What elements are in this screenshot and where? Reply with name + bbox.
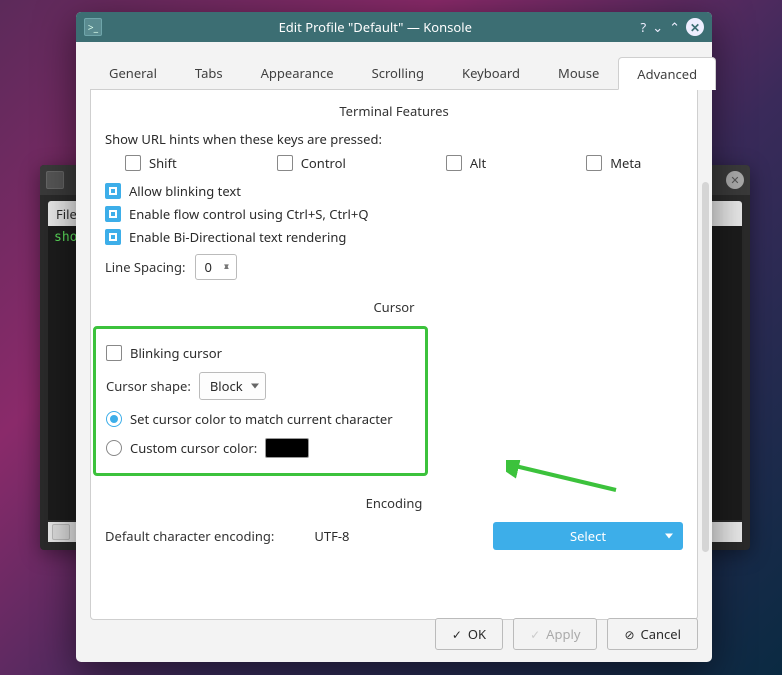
default-encoding-label: Default character encoding: xyxy=(105,527,274,545)
checkbox-meta[interactable] xyxy=(586,155,602,171)
section-terminal-features: Terminal Features xyxy=(105,102,683,120)
tab-advanced[interactable]: Advanced xyxy=(618,57,716,90)
ok-label: OK xyxy=(468,625,486,643)
advanced-tab-panel: Terminal Features Show URL hints when th… xyxy=(90,90,698,620)
label-enable-bidi: Enable Bi-Directional text rendering xyxy=(129,228,346,246)
label-shift: Shift xyxy=(149,154,177,172)
line-spacing-label: Line Spacing: xyxy=(105,258,185,276)
apply-button[interactable]: ✓ Apply xyxy=(513,618,597,650)
tab-general[interactable]: General xyxy=(90,56,176,89)
label-custom-color: Custom cursor color: xyxy=(130,439,257,457)
label-meta: Meta xyxy=(610,154,641,172)
profile-tab-bar: General Tabs Appearance Scrolling Keyboa… xyxy=(90,56,698,90)
tab-tabs[interactable]: Tabs xyxy=(176,56,242,89)
cancel-icon: ⊘ xyxy=(624,626,634,643)
minimize-icon[interactable]: ⌄ xyxy=(652,18,663,36)
bgterm-tab-button[interactable] xyxy=(52,524,70,540)
ok-button[interactable]: ✓ OK xyxy=(435,618,503,650)
label-alt: Alt xyxy=(470,154,486,172)
apply-label: Apply xyxy=(546,625,580,643)
tab-keyboard[interactable]: Keyboard xyxy=(443,56,539,89)
default-encoding-value: UTF-8 xyxy=(314,527,349,545)
encoding-select-button[interactable]: Select xyxy=(493,522,683,550)
label-allow-blinking-text: Allow blinking text xyxy=(129,182,241,200)
encoding-select-label: Select xyxy=(570,527,606,545)
tab-appearance[interactable]: Appearance xyxy=(242,56,353,89)
cursor-shape-select[interactable]: Block xyxy=(199,372,266,400)
checkbox-blinking-cursor[interactable] xyxy=(106,345,122,361)
checkbox-enable-bidi[interactable] xyxy=(105,229,121,245)
tab-mouse[interactable]: Mouse xyxy=(539,56,618,89)
scrollbar[interactable] xyxy=(702,182,709,552)
cursor-settings-highlight: Blinking cursor Cursor shape: Block Set … xyxy=(93,326,428,476)
checkbox-control[interactable] xyxy=(277,155,293,171)
checkbox-allow-blinking-text[interactable] xyxy=(105,183,121,199)
tab-scrolling[interactable]: Scrolling xyxy=(353,56,443,89)
cursor-shape-label: Cursor shape: xyxy=(106,377,191,395)
edit-profile-dialog: >_ Edit Profile "Default" — Konsole ? ⌄ … xyxy=(76,12,712,662)
cancel-label: Cancel xyxy=(641,625,681,643)
konsole-icon: >_ xyxy=(84,18,102,36)
label-control: Control xyxy=(301,154,346,172)
label-blinking-cursor: Blinking cursor xyxy=(130,344,222,362)
dialog-title: Edit Profile "Default" — Konsole xyxy=(110,18,641,36)
dialog-titlebar: >_ Edit Profile "Default" — Konsole ? ⌄ … xyxy=(76,12,712,42)
label-enable-flow-control: Enable flow control using Ctrl+S, Ctrl+Q xyxy=(129,205,369,223)
cancel-button[interactable]: ⊘ Cancel xyxy=(607,618,698,650)
check-icon: ✓ xyxy=(530,626,540,643)
maximize-icon[interactable]: ⌃ xyxy=(669,18,680,36)
close-icon[interactable]: ✕ xyxy=(726,171,744,189)
line-spacing-spinbox[interactable]: 0 ▲▼ xyxy=(195,254,237,280)
checkbox-alt[interactable] xyxy=(446,155,462,171)
dialog-button-row: ✓ OK ✓ Apply ⊘ Cancel xyxy=(435,618,698,650)
section-cursor: Cursor xyxy=(105,298,683,316)
checkbox-shift[interactable] xyxy=(125,155,141,171)
close-icon[interactable]: ✕ xyxy=(686,18,704,36)
checkbox-enable-flow-control[interactable] xyxy=(105,206,121,222)
section-encoding: Encoding xyxy=(105,494,683,512)
radio-match-color[interactable] xyxy=(106,411,122,427)
custom-color-swatch[interactable] xyxy=(265,438,309,458)
menu-file[interactable]: File xyxy=(56,205,77,223)
label-match-color: Set cursor color to match current charac… xyxy=(130,410,393,428)
radio-custom-color[interactable] xyxy=(106,440,122,456)
line-spacing-value: 0 xyxy=(204,258,211,276)
url-hints-label: Show URL hints when these keys are press… xyxy=(105,130,683,148)
help-icon[interactable]: ? xyxy=(641,18,647,36)
terminal-icon xyxy=(46,171,64,189)
check-icon: ✓ xyxy=(452,626,462,643)
